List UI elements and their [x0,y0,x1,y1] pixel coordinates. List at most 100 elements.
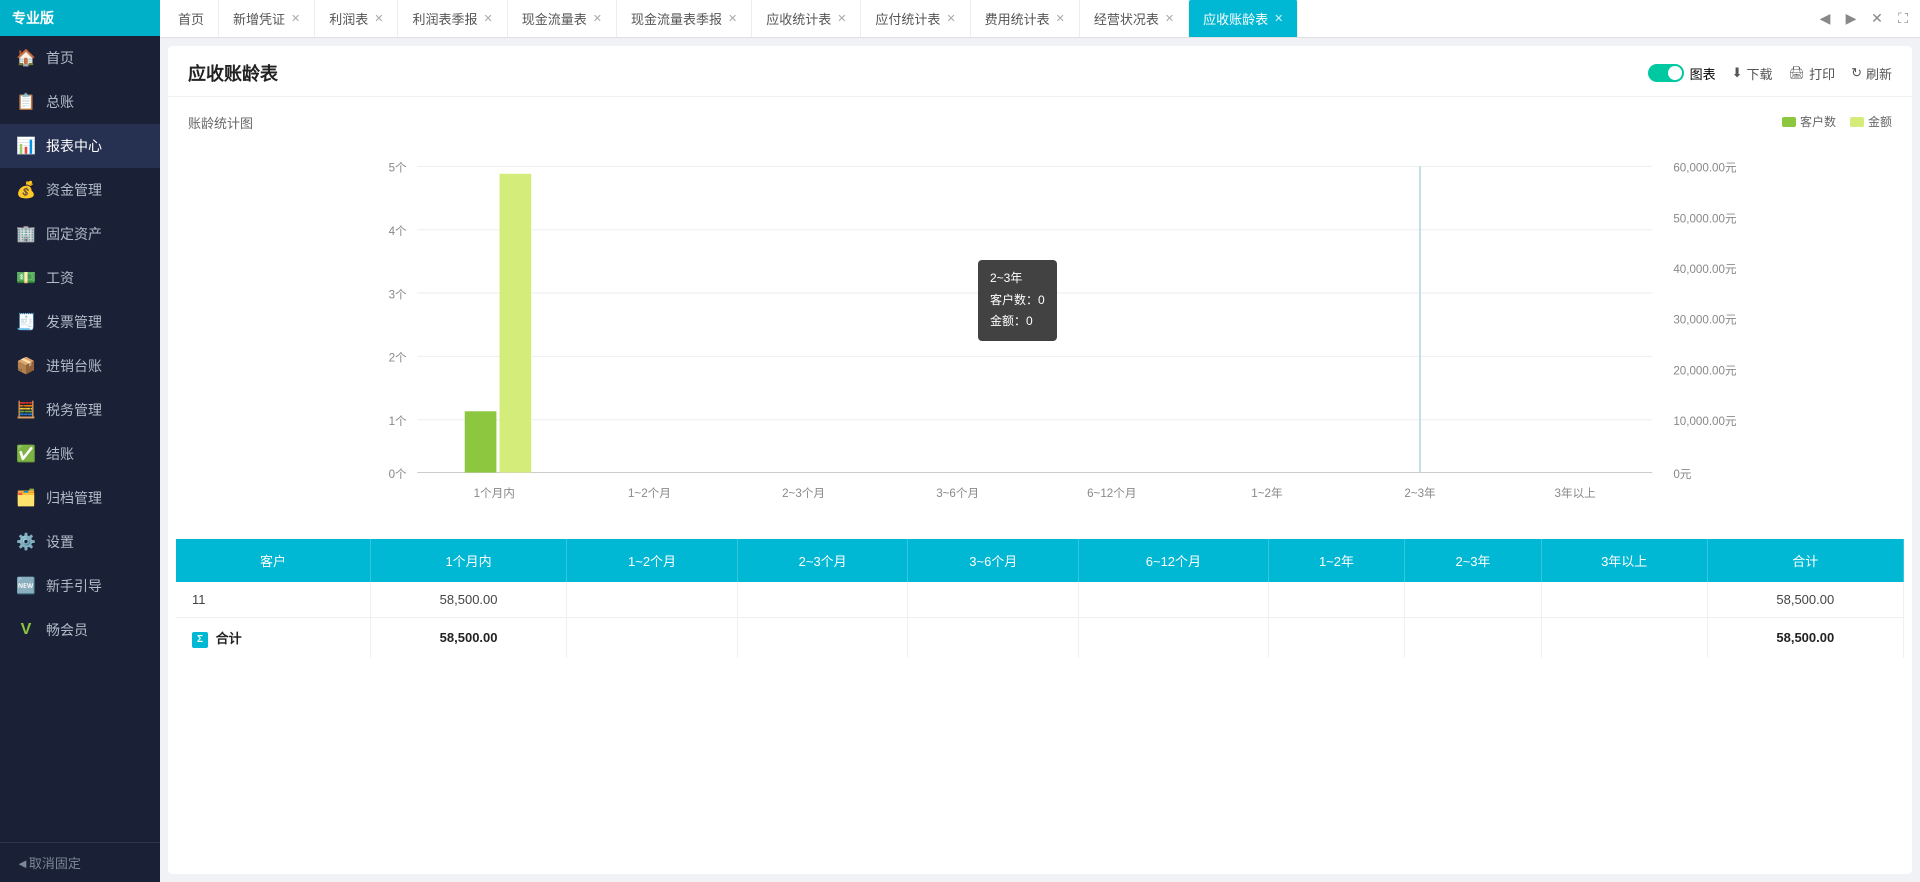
print-button[interactable]: 🖨 打印 [1789,64,1836,83]
col-m36: 3~6个月 [908,539,1079,582]
tab-ar-aging[interactable]: 应收账龄表 ✕ [1189,0,1298,38]
sidebar-item-invoice[interactable]: 🧾 发票管理 [0,300,160,344]
tab-ap-stats[interactable]: 应付统计表 ✕ [861,0,970,38]
col-y12: 1~2年 [1268,539,1405,582]
svg-text:40,000.00元: 40,000.00元 [1673,263,1737,276]
sidebar-item-label: 固定资产 [46,224,102,244]
print-icon: 🖨 [1789,65,1806,81]
svg-text:50,000.00元: 50,000.00元 [1673,212,1737,225]
tab-profit-quarter-close[interactable]: ✕ [484,12,493,25]
tab-ar-aging-close[interactable]: ✕ [1274,12,1283,25]
cell-m23 [737,582,908,618]
tab-profit-close[interactable]: ✕ [374,12,383,25]
sidebar-item-archive[interactable]: 🗂️ 归档管理 [0,476,160,520]
cell-m1: 58,500.00 [370,582,566,618]
tab-ar-aging-label: 应收账龄表 [1203,9,1268,28]
tab-expense-stats[interactable]: 费用统计表 ✕ [971,0,1080,38]
sidebar-item-salary[interactable]: 💵 工资 [0,256,160,300]
svg-text:3年以上: 3年以上 [1555,486,1597,500]
legend-customer-dot [1782,117,1796,127]
toggle-track[interactable] [1648,64,1684,82]
tab-cashflow-quarter[interactable]: 现金流量表季报 ✕ [617,0,752,38]
tab-cashflow[interactable]: 现金流量表 ✕ [508,0,617,38]
tab-ap-stats-close[interactable]: ✕ [946,12,955,25]
svg-text:60,000.00元: 60,000.00元 [1673,162,1737,175]
tab-operation-close[interactable]: ✕ [1165,12,1174,25]
table-footer-row: Σ 合计 58,500.00 58,500.00 [176,618,1904,658]
sidebar-item-label: 工资 [46,268,74,288]
footer-y12 [1268,618,1405,658]
svg-text:2~3个月: 2~3个月 [782,487,825,500]
toggle-thumb [1668,66,1682,80]
tab-expand-button[interactable]: ⛶ [1890,6,1916,32]
tab-ar-stats-close[interactable]: ✕ [837,12,846,25]
chart-svg-wrapper: 5个 4个 3个 2个 1个 0个 60,000.00元 50,000.00元 … [188,140,1892,523]
sidebar-pin-toggle[interactable]: ◄取消固定 [0,842,160,882]
sidebar-item-label: 结账 [46,444,74,464]
bar-m1-amount [500,174,532,473]
legend-customer-count: 客户数 [1782,113,1836,130]
tab-prev-button[interactable]: ◀ [1812,6,1838,32]
sidebar-item-label: 进销台账 [46,356,102,376]
sidebar-item-assets[interactable]: 🏢 固定资产 [0,212,160,256]
tab-profit-quarter[interactable]: 利润表季报 ✕ [398,0,507,38]
sidebar-item-label: 首页 [46,48,74,68]
cell-customer: 11 [176,582,370,618]
refresh-button[interactable]: ↻ 刷新 [1851,64,1892,83]
bar-m1-customers [465,411,497,472]
funds-icon: 💰 [16,180,36,200]
member-icon: V [16,621,36,639]
sidebar-item-purchase[interactable]: 📦 进销台账 [0,344,160,388]
tab-ar-stats[interactable]: 应收统计表 ✕ [752,0,861,38]
svg-text:0个: 0个 [389,468,407,481]
tab-operation[interactable]: 经营状况表 ✕ [1080,0,1189,38]
table-wrapper: 客户 1个月内 1~2个月 2~3个月 3~6个月 6~12个月 1~2年 2~… [168,539,1912,674]
svg-text:3个: 3个 [389,288,407,301]
sidebar-item-guide[interactable]: 🆕 新手引导 [0,564,160,608]
svg-text:1个: 1个 [389,415,407,428]
sidebar-item-settings[interactable]: ⚙️ 设置 [0,520,160,564]
sidebar-item-label: 畅会员 [46,620,88,640]
svg-text:20,000.00元: 20,000.00元 [1673,364,1737,377]
chart-toggle[interactable]: 图表 [1648,64,1716,83]
tab-close-all-button[interactable]: ✕ [1864,6,1890,32]
tab-next-button[interactable]: ▶ [1838,6,1864,32]
tab-expense-stats-close[interactable]: ✕ [1056,12,1065,25]
sidebar-item-label: 税务管理 [46,400,102,420]
svg-text:2个: 2个 [389,352,407,365]
table-row: 11 58,500.00 58,500.00 [176,582,1904,618]
tab-voucher[interactable]: 新增凭证 ✕ [219,0,315,38]
download-label: 下载 [1747,64,1773,83]
tab-cashflow-close[interactable]: ✕ [593,12,602,25]
col-m23: 2~3个月 [737,539,908,582]
reports-icon: 📊 [16,136,36,156]
main-area: 首页 新增凭证 ✕ 利润表 ✕ 利润表季报 ✕ 现金流量表 ✕ 现金流量表季报 … [160,0,1920,882]
cell-m12 [567,582,738,618]
sidebar-item-label: 资金管理 [46,180,102,200]
svg-text:3~6个月: 3~6个月 [936,487,979,500]
ledger-icon: 📋 [16,92,36,112]
cell-m612 [1079,582,1269,618]
home-icon: 🏠 [16,48,36,68]
tab-home[interactable]: 首页 [164,0,219,38]
sidebar-item-close[interactable]: ✅ 结账 [0,432,160,476]
purchase-icon: 📦 [16,356,36,376]
tab-ar-stats-label: 应收统计表 [766,9,831,28]
sidebar-item-label: 归档管理 [46,488,102,508]
tab-profit[interactable]: 利润表 ✕ [315,0,398,38]
col-total: 合计 [1707,539,1903,582]
sidebar-item-reports[interactable]: 📊 报表中心 [0,124,160,168]
chart-legend: 客户数 金额 [1782,113,1892,130]
tab-voucher-close[interactable]: ✕ [291,12,300,25]
footer-y3plus [1541,618,1707,658]
sidebar-item-member[interactable]: V 畅会员 [0,608,160,652]
legend-customer-label: 客户数 [1800,113,1836,130]
sidebar-item-ledger[interactable]: 📋 总账 [0,80,160,124]
sidebar-item-funds[interactable]: 💰 资金管理 [0,168,160,212]
download-button[interactable]: ⬇ 下载 [1732,64,1773,83]
refresh-icon: ↻ [1851,65,1862,81]
sidebar-item-tax[interactable]: 🧮 税务管理 [0,388,160,432]
sidebar-item-home[interactable]: 🏠 首页 [0,36,160,80]
svg-text:4个: 4个 [389,225,407,238]
tab-cashflow-quarter-close[interactable]: ✕ [728,12,737,25]
